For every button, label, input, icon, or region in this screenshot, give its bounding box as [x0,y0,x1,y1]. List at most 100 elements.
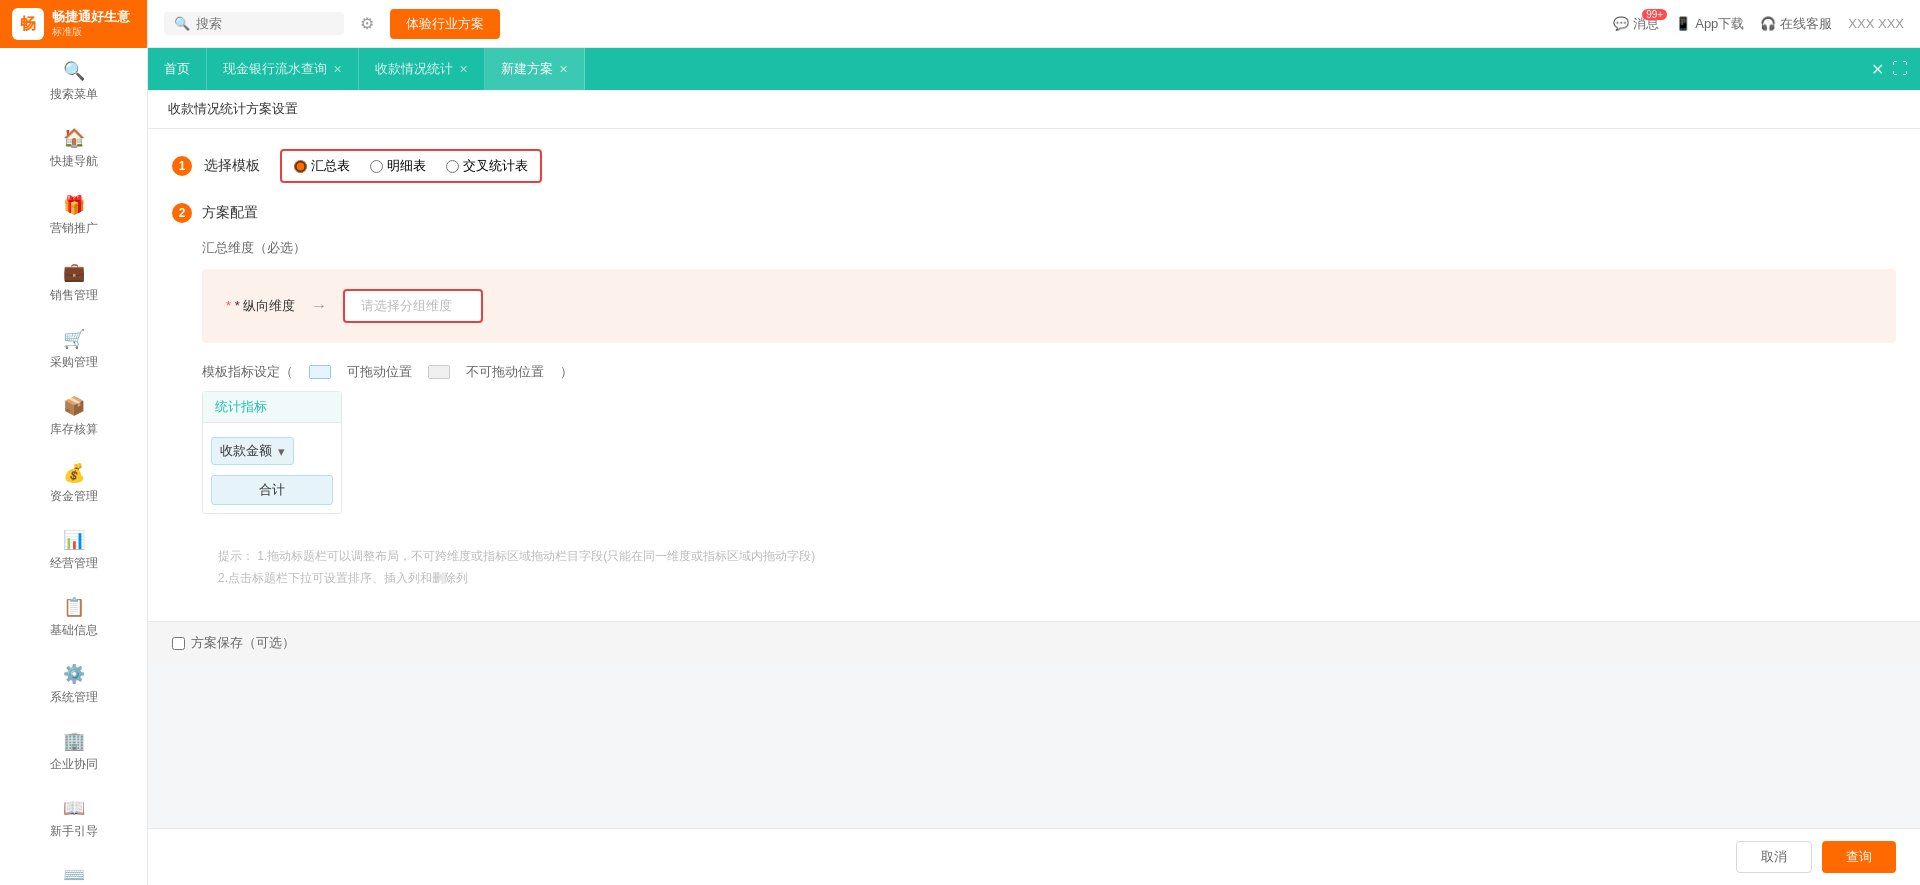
vertical-dim-label: * * 纵向维度 [226,297,295,315]
topbar: 🔍 ⚙ 体验行业方案 💬 消息 99+ 📱 App下载 🎧 在线客服 [148,0,1920,48]
sidebar-item-operation[interactable]: 📊 经营管理 [0,517,147,584]
search-input[interactable] [196,16,316,31]
dimension-select[interactable]: 请选择分组维度 [343,289,483,323]
indicator-settings-label: 模板指标设定（ [202,363,293,381]
sidebar-label: 快捷导航 [50,153,98,170]
radio-cross[interactable]: 交叉统计表 [446,157,528,175]
cancel-button[interactable]: 取消 [1736,841,1812,873]
template-radio-group: 汇总表 明细表 交叉统计表 [280,149,542,183]
sidebar-item-inventory[interactable]: 📦 库存核算 [0,383,147,450]
close-window-icon[interactable]: ✕ [1871,60,1884,79]
keyboard-icon: ⌨️ [63,864,85,885]
book-icon: 📖 [63,797,85,819]
sidebar: 畅 畅捷通好生意 标准版 🔍 搜索菜单 🏠 快捷导航 🎁 营销推广 💼 [0,0,148,885]
search-box[interactable]: 🔍 [164,12,344,35]
sidebar-item-enterprise[interactable]: 🏢 企业协同 [0,718,147,785]
service-label: 在线客服 [1780,15,1832,33]
sidebar-nav: 🔍 搜索菜单 🏠 快捷导航 🎁 营销推广 💼 销售管理 🛒 采购管理 📦 [0,48,147,885]
tab-receipts-stat[interactable]: 收款情况统计 ✕ [359,48,485,90]
gear-icon[interactable]: ⚙ [360,14,374,33]
logo-badge: 标准版 [52,25,130,39]
save-checkbox[interactable] [172,637,185,650]
indicator-group-label: 统计指标 [215,399,267,414]
home-tab-label: 首页 [164,60,190,78]
radio-detail-input[interactable] [370,160,383,173]
sidebar-label: 营销推广 [50,220,98,237]
step1-num: 1 [172,156,192,176]
message-btn[interactable]: 💬 消息 99+ [1613,15,1659,33]
sidebar-label: 资金管理 [50,488,98,505]
industry-btn[interactable]: 体验行业方案 [390,9,500,39]
radio-cross-input[interactable] [446,160,459,173]
message-badge: 99+ [1642,9,1667,20]
dimension-section-title: 汇总维度（必选） [202,239,1896,257]
sidebar-item-quick-nav[interactable]: 🏠 快捷导航 [0,115,147,182]
immovable-indicator [428,365,450,379]
home-icon: 🏠 [63,127,85,149]
cart-icon: 🛒 [63,328,85,350]
download-icon: 📱 [1675,16,1691,31]
logo-icon: 畅 [12,8,44,40]
sidebar-item-search-menu[interactable]: 🔍 搜索菜单 [0,48,147,115]
radio-detail[interactable]: 明细表 [370,157,426,175]
building-icon: 🏢 [63,730,85,752]
briefcase-icon: 💼 [63,261,85,283]
sidebar-item-newbie[interactable]: 📖 新手引导 [0,785,147,852]
amount-tag[interactable]: 收款金额 ▾ [211,437,294,465]
sidebar-item-finance[interactable]: 💰 资金管理 [0,450,147,517]
indicator-group-header: 统计指标 [203,392,341,423]
tab-bank-flow[interactable]: 现金银行流水查询 ✕ [207,48,359,90]
gift-icon: 🎁 [63,194,85,216]
service-btn[interactable]: 🎧 在线客服 [1760,15,1832,33]
money-icon: 💰 [63,462,85,484]
sidebar-label: 搜索菜单 [50,86,98,103]
page-breadcrumb: 收款情况统计方案设置 [148,90,1920,129]
main-content: 🔍 ⚙ 体验行业方案 💬 消息 99+ 📱 App下载 🎧 在线客服 [148,0,1920,885]
sidebar-item-basic-info[interactable]: 📋 基础信息 [0,584,147,651]
chart-icon: 📊 [63,529,85,551]
gear-icon: ⚙️ [63,663,85,685]
dimension-container: 汇总维度（必选） * * 纵向维度 → 请选择分组维度 [202,239,1896,601]
topbar-right: 💬 消息 99+ 📱 App下载 🎧 在线客服 XXX XXX [1613,15,1904,33]
tab-new-plan[interactable]: 新建方案 ✕ [485,48,585,90]
sidebar-item-sales[interactable]: 💼 销售管理 [0,249,147,316]
radio-summary-input[interactable] [294,160,307,173]
indicator-tag-container: 收款金额 ▾ [203,431,341,471]
new-plan-label: 新建方案 [501,60,553,78]
search-menu-icon: 🔍 [63,60,85,82]
logo-title: 畅捷通好生意 [52,9,130,25]
tips-area: 提示： 1.拖动标题栏可以调整布局，不可跨维度或指标区域拖动栏目字段(只能在同一… [202,534,1896,601]
radio-summary[interactable]: 汇总表 [294,157,350,175]
tab-close-bank-flow[interactable]: ✕ [333,63,342,76]
tab-close-new-plan[interactable]: ✕ [559,63,568,76]
download-btn[interactable]: 📱 App下载 [1675,15,1744,33]
maximize-icon[interactable]: ⛶ [1892,60,1908,78]
tab-actions: ✕ ⛶ [1859,48,1920,90]
indicator-section: 模板指标设定（ 可拖动位置 不可拖动位置 ） 统计指标 [202,363,1896,514]
sidebar-item-purchase[interactable]: 🛒 采购管理 [0,316,147,383]
sidebar-label: 销售管理 [50,287,98,304]
step2-header: 2 方案配置 [172,203,1896,223]
sidebar-label: 经营管理 [50,555,98,572]
step2-label: 方案配置 [202,204,258,222]
page-content: 收款情况统计方案设置 1 选择模板 汇总表 明细表 [148,90,1920,828]
indicator-table: 统计指标 收款金额 ▾ 合计 [202,391,342,514]
sidebar-item-system[interactable]: ⚙️ 系统管理 [0,651,147,718]
sidebar-item-smart-hw[interactable]: ⌨️ 智能硬件 [0,852,147,885]
movable-indicator [309,365,331,379]
form-section: 1 选择模板 汇总表 明细表 交叉统计表 [148,129,1920,621]
step2-num: 2 [172,203,192,223]
tabbar: 首页 现金银行流水查询 ✕ 收款情况统计 ✕ 新建方案 ✕ ✕ ⛶ [148,48,1920,90]
tab-close-receipts-stat[interactable]: ✕ [459,63,468,76]
receipts-stat-label: 收款情况统计 [375,60,453,78]
sidebar-item-marketing[interactable]: 🎁 营销推广 [0,182,147,249]
total-subtag: 合计 [211,475,333,505]
tip-line1: 提示： 1.拖动标题栏可以调整布局，不可跨维度或指标区域拖动栏目字段(只能在同一… [218,546,1880,568]
save-checkbox-label[interactable]: 方案保存（可选） [172,634,295,652]
message-icon: 💬 [1613,16,1629,31]
tab-home[interactable]: 首页 [148,48,207,90]
form-footer: 方案保存（可选） [148,621,1920,664]
query-button[interactable]: 查询 [1822,841,1896,873]
movable-label: 可拖动位置 [347,363,412,381]
required-star: * [226,298,231,313]
